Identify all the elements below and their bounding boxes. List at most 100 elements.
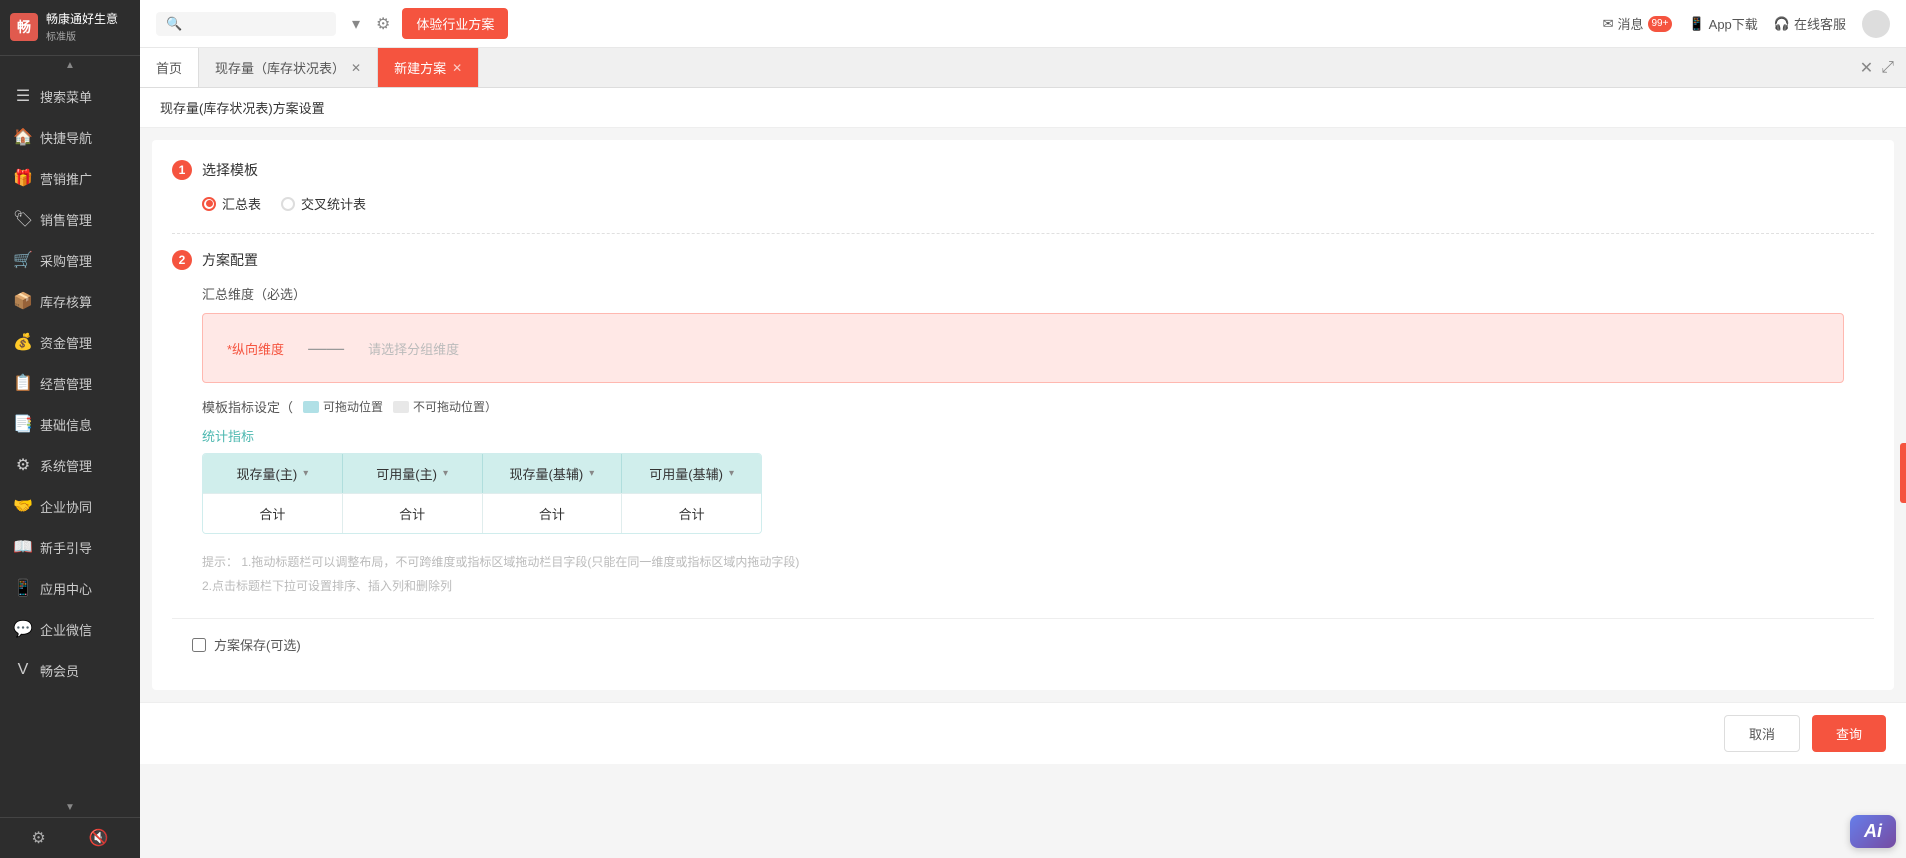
sidebar-item-marketing[interactable]: 🎁 营销推广: [0, 158, 140, 199]
step1-number: 1: [172, 160, 192, 180]
stats-section: 统计指标 现存量(主) ▾ 可用量(主) ▾: [202, 426, 1844, 534]
sidebar-item-newbie[interactable]: 📖 新手引导: [0, 527, 140, 568]
tab-inventory-close[interactable]: ✕: [351, 61, 361, 75]
footer-buttons: 取消 查询: [140, 702, 1906, 764]
draggable-color-box: [303, 401, 319, 413]
tab-new-plan-label: 新建方案: [394, 58, 446, 77]
user-avatar[interactable]: [1862, 10, 1890, 38]
sidebar-bottom: ⚙ 🔇: [0, 817, 140, 858]
radio-cross-circle: [281, 197, 295, 211]
tip-2: 2.点击标题栏下拉可设置排序、插入列和删除列: [202, 574, 1844, 598]
stats-header-row: 现存量(主) ▾ 可用量(主) ▾ 现存量(基辅) ▾: [203, 454, 761, 493]
radio-summary-label: 汇总表: [222, 194, 261, 213]
draggable-indicator: 可拖动位置: [303, 398, 383, 415]
message-button[interactable]: ✉ 消息 99+: [1603, 14, 1673, 33]
radio-cross[interactable]: 交叉统计表: [281, 194, 366, 213]
fixed-indicator: 不可拖动位置）: [393, 398, 497, 415]
indicators-label-text: 模板指标设定（: [202, 397, 293, 416]
sales-icon: 🏷: [14, 210, 32, 228]
tab-inventory[interactable]: 现存量（库存状况表） ✕: [199, 48, 378, 87]
stats-col-3[interactable]: 可用量(基辅) ▾: [622, 454, 761, 493]
sidebar-item-label: 采购管理: [40, 251, 92, 270]
sidebar-item-label: 搜索菜单: [40, 87, 92, 106]
tab-home[interactable]: 首页: [140, 48, 199, 87]
close-panel-button[interactable]: ✕: [1860, 58, 1873, 78]
sidebar-item-label: 系统管理: [40, 456, 92, 475]
logo-icon: 畅: [10, 13, 38, 41]
sidebar-scroll-up[interactable]: ▲: [0, 56, 140, 76]
stats-col-0-label: 现存量(主): [237, 464, 298, 483]
sidebar-item-inventory[interactable]: 📦 库存核算: [0, 281, 140, 322]
chevron-down-icon-0: ▾: [303, 468, 308, 479]
sidebar-item-label: 新手引导: [40, 538, 92, 557]
sidebar-item-sales[interactable]: 🏷 销售管理: [0, 199, 140, 240]
topbar-right: ✉ 消息 99+ 📱 App下载 🎧 在线客服: [1603, 10, 1890, 38]
step2-block: 2 方案配置 汇总维度（必选） *纵向维度 —— 请选择分组维度 模板指标设定（…: [172, 250, 1874, 598]
settings-gear-icon[interactable]: ⚙: [376, 14, 390, 34]
search-menu-icon: ☰: [14, 87, 32, 105]
step-divider: [172, 233, 1874, 234]
save-checkbox[interactable]: [192, 638, 206, 652]
sidebar-item-label: 应用中心: [40, 579, 92, 598]
radio-summary[interactable]: 汇总表: [202, 194, 261, 213]
headset-icon: 🎧: [1774, 16, 1790, 32]
sidebar-item-label: 畅会员: [40, 661, 79, 680]
sidebar-item-label: 企业协同: [40, 497, 92, 516]
sidebar-item-apps[interactable]: 📱 应用中心: [0, 568, 140, 609]
service-button[interactable]: 🎧 在线客服: [1774, 14, 1846, 33]
trial-button[interactable]: 体验行业方案: [402, 8, 508, 39]
tab-expand-area: ✕ ⤢: [1860, 58, 1906, 78]
stats-data-1: 合计: [343, 494, 483, 533]
ai-button[interactable]: Ai: [1850, 815, 1896, 848]
sidebar-scroll-down[interactable]: ▼: [0, 797, 140, 817]
message-badge: 99+: [1648, 16, 1673, 32]
fixed-color-box: [393, 401, 409, 413]
chevron-down-icon-2: ▾: [589, 468, 594, 479]
sidebar-item-member[interactable]: V 畅会员: [0, 650, 140, 691]
sidebar-item-management[interactable]: 📋 经营管理: [0, 363, 140, 404]
system-icon: ⚙: [14, 456, 32, 474]
sidebar-item-agreement[interactable]: 🤝 企业协同: [0, 486, 140, 527]
form-container: 1 选择模板 汇总表 交叉统计表 2: [152, 140, 1894, 690]
search-box[interactable]: 🔍: [156, 12, 336, 36]
tab-new-plan-close[interactable]: ✕: [452, 61, 462, 75]
stats-col-3-label: 可用量(基辅): [649, 464, 723, 483]
sidebar-item-finance[interactable]: 💰 资金管理: [0, 322, 140, 363]
sidebar-item-label: 资金管理: [40, 333, 92, 352]
fixed-label: 不可拖动位置）: [413, 398, 497, 415]
radio-cross-label: 交叉统计表: [301, 194, 366, 213]
expand-panel-button[interactable]: ⤢: [1881, 59, 1894, 77]
sidebar: 畅 畅康通好生意 标准版 ▲ ☰ 搜索菜单 🏠 快捷导航 🎁 营销推广 🏷 销售…: [0, 0, 140, 858]
sidebar-item-purchase[interactable]: 🛒 采购管理: [0, 240, 140, 281]
page-title: 现存量(库存状况表)方案设置: [160, 101, 325, 116]
app-download-button[interactable]: 📱 App下载: [1688, 14, 1757, 33]
sidebar-item-label: 快捷导航: [40, 128, 92, 147]
dimension-placeholder: 请选择分组维度: [368, 339, 459, 358]
tab-new-plan[interactable]: 新建方案 ✕: [378, 48, 479, 87]
tip-1: 提示： 1.拖动标题栏可以调整布局，不可跨维度或指标区域拖动栏目字段(只能在同一…: [202, 550, 1844, 574]
radio-summary-circle: [202, 197, 216, 211]
stats-col-2[interactable]: 现存量(基辅) ▾: [483, 454, 623, 493]
stats-col-1[interactable]: 可用量(主) ▾: [343, 454, 483, 493]
content-area: 现存量(库存状况表)方案设置 1 选择模板 汇总表 交叉统计表: [140, 88, 1906, 858]
query-button[interactable]: 查询: [1812, 715, 1886, 752]
mute-icon[interactable]: 🔇: [89, 828, 109, 848]
main-area: 🔍 ▾ ⚙ 体验行业方案 ✉ 消息 99+ 📱 App下载 🎧 在线客服: [140, 0, 1906, 858]
gear-icon[interactable]: ▾: [352, 14, 360, 34]
stats-col-2-label: 现存量(基辅): [510, 464, 584, 483]
sidebar-item-label: 营销推广: [40, 169, 92, 188]
stats-col-0[interactable]: 现存量(主) ▾: [203, 454, 343, 493]
sidebar-item-label: 经营管理: [40, 374, 92, 393]
chevron-down-icon-3: ▾: [729, 468, 734, 479]
sidebar-item-search[interactable]: ☰ 搜索菜单: [0, 76, 140, 117]
sidebar-item-basic[interactable]: 📑 基础信息: [0, 404, 140, 445]
sidebar-item-system[interactable]: ⚙ 系统管理: [0, 445, 140, 486]
sidebar-item-label: 销售管理: [40, 210, 92, 229]
sidebar-item-shortcut[interactable]: 🏠 快捷导航: [0, 117, 140, 158]
settings-icon[interactable]: ⚙: [31, 828, 45, 848]
search-input[interactable]: [188, 17, 308, 31]
step1-header: 1 选择模板: [172, 160, 1874, 180]
sidebar-item-wechat[interactable]: 💬 企业微信: [0, 609, 140, 650]
cancel-button[interactable]: 取消: [1724, 715, 1800, 752]
dimension-box[interactable]: *纵向维度 —— 请选择分组维度: [202, 313, 1844, 383]
